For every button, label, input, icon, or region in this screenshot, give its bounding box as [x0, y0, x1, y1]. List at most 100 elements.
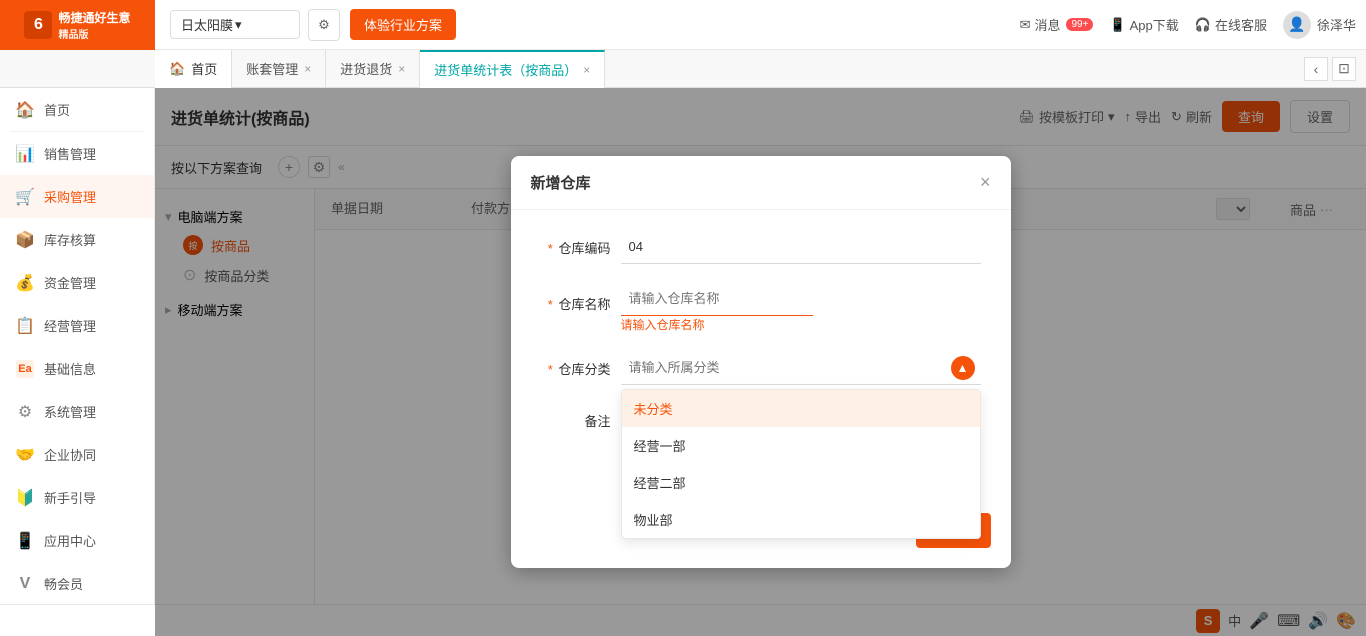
appstore-icon: 📱 — [16, 532, 34, 550]
app-download-label: App下载 — [1130, 15, 1179, 34]
sidebar-member-label: 畅会员 — [44, 574, 83, 593]
tab-purchase-return-label: 进货退货 — [340, 59, 392, 78]
new-warehouse-dialog: 新增仓库 × * 仓库编码 — [511, 156, 1011, 568]
tab-bar: 🏠 首页 账套管理 × 进货退货 × 进货单统计表（按商品） × ‹ ⊡ — [0, 50, 1366, 88]
sidebar-item-appstore[interactable]: 📱 应用中心 — [0, 519, 154, 562]
dialog-header: 新增仓库 × — [511, 156, 1011, 210]
sidebar-item-enterprise[interactable]: 🤝 企业协同 — [0, 433, 154, 476]
nav-right-area: ✉ 消息 99+ 📱 App下载 🎧 在线客服 👤 徐泽华 — [1020, 11, 1356, 39]
user-name: 徐泽华 — [1317, 15, 1356, 34]
sidebar-operations-label: 经营管理 — [44, 316, 96, 335]
sidebar-basic-info-label: 基础信息 — [44, 359, 96, 378]
settings-gear-btn[interactable]: ⚙ — [308, 9, 340, 41]
sidebar-guide-label: 新手引导 — [44, 488, 96, 507]
top-nav: 6 畅捷通好生意 精品版 日太阳膜 ▾ ⚙ 体验行业方案 ✉ 消息 99+ 📱 … — [0, 0, 1366, 50]
sidebar-item-home[interactable]: 🏠 首页 — [0, 88, 154, 131]
tab-home-label: 首页 — [191, 59, 217, 78]
category-input[interactable] — [621, 351, 981, 385]
enterprise-icon: 🤝 — [16, 446, 34, 464]
logo: 6 畅捷通好生意 精品版 — [0, 0, 155, 50]
form-row-category: * 仓库分类 ▲ 未分类 经营一部 经营二部 物业部 — [541, 351, 981, 385]
sidebar-enterprise-label: 企业协同 — [44, 445, 96, 464]
dropdown-option-1[interactable]: 经营一部 — [622, 427, 980, 464]
category-label: * 仓库分类 — [541, 351, 621, 378]
form-row-name: * 仓库名称 请输入仓库名称 — [541, 282, 981, 333]
sidebar-appstore-label: 应用中心 — [44, 531, 96, 550]
message-badge: 99+ — [1066, 18, 1093, 31]
user-area[interactable]: 👤 徐泽华 — [1283, 11, 1356, 39]
system-icon: ⚙ — [16, 403, 34, 421]
tab-controls: ‹ ⊡ — [1304, 57, 1366, 81]
dialog-title: 新增仓库 — [531, 172, 591, 193]
tab-next-btn[interactable]: ⊡ — [1332, 57, 1356, 81]
logo-icon: 6 — [24, 11, 52, 39]
gear-icon: ⚙ — [318, 17, 330, 33]
main-layout: 🏠 首页 📊 销售管理 🛒 采购管理 📦 库存核算 💰 资金管理 📋 经营管理 … — [0, 88, 1366, 636]
tab-accounts[interactable]: 账套管理 × — [232, 50, 326, 88]
purchase-icon: 🛒 — [16, 188, 34, 206]
tab-purchase-return[interactable]: 进货退货 × — [326, 50, 420, 88]
store-arrow-icon: ▾ — [235, 17, 289, 33]
sidebar-item-system[interactable]: ⚙ 系统管理 — [0, 390, 154, 433]
phone-icon: 📱 — [1109, 17, 1125, 33]
store-selector[interactable]: 日太阳膜 ▾ — [170, 10, 300, 39]
code-required-mark: * — [548, 241, 553, 256]
category-dropdown-menu: 未分类 经营一部 经营二部 物业部 — [621, 389, 981, 539]
experience-btn[interactable]: 体验行业方案 — [350, 9, 456, 40]
sales-icon: 📊 — [16, 145, 34, 163]
sidebar-item-inventory[interactable]: 📦 库存核算 — [0, 218, 154, 261]
logo-main-text: 畅捷通好生意 — [58, 9, 130, 26]
sidebar-inventory-label: 库存核算 — [44, 230, 96, 249]
home-icon: 🏠 — [169, 61, 185, 77]
logo-sub-text: 精品版 — [58, 26, 130, 41]
tab-accounts-close[interactable]: × — [304, 62, 311, 76]
sidebar-item-sales[interactable]: 📊 销售管理 — [0, 132, 154, 175]
inventory-icon: 📦 — [16, 231, 34, 249]
finance-icon: 💰 — [16, 274, 34, 292]
sidebar-home-label: 首页 — [44, 100, 70, 119]
sidebar-item-guide[interactable]: 🔰 新手引导 — [0, 476, 154, 519]
dropdown-option-2[interactable]: 经营二部 — [622, 464, 980, 501]
name-input[interactable] — [621, 282, 813, 316]
headset-icon: 🎧 — [1195, 17, 1211, 33]
tab-accounts-label: 账套管理 — [246, 59, 298, 78]
sidebar-item-operations[interactable]: 📋 经营管理 — [0, 304, 154, 347]
name-required-mark: * — [548, 297, 553, 312]
tab-purchase-stats[interactable]: 进货单统计表（按商品） × — [420, 50, 605, 88]
home-sidebar-icon: 🏠 — [16, 101, 34, 119]
online-service-label: 在线客服 — [1215, 15, 1267, 34]
name-error-wrap: 请输入仓库名称 — [541, 316, 705, 333]
logo-number: 6 — [34, 16, 43, 34]
tab-purchase-stats-label: 进货单统计表（按商品） — [434, 60, 577, 79]
dialog-body: * 仓库编码 * 仓库名称 — [511, 210, 1011, 501]
member-icon: V — [16, 575, 34, 593]
dialog-close-btn[interactable]: × — [980, 172, 991, 193]
sidebar-item-basic-info[interactable]: Ea 基础信息 — [0, 347, 154, 390]
sidebar-item-finance[interactable]: 💰 资金管理 — [0, 261, 154, 304]
operations-icon: 📋 — [16, 317, 34, 335]
name-error-msg: 请输入仓库名称 — [621, 316, 705, 333]
tab-purchase-return-close[interactable]: × — [398, 62, 405, 76]
logo-text-block: 畅捷通好生意 精品版 — [58, 9, 130, 41]
sidebar-sales-label: 销售管理 — [44, 144, 96, 163]
code-label: * 仓库编码 — [541, 230, 621, 257]
sidebar: 🏠 首页 📊 销售管理 🛒 采购管理 📦 库存核算 💰 资金管理 📋 经营管理 … — [0, 88, 155, 636]
form-name-row-inner: * 仓库名称 — [541, 282, 813, 316]
form-row-code: * 仓库编码 — [541, 230, 981, 264]
sidebar-item-member[interactable]: V 畅会员 — [0, 562, 154, 605]
name-label: * 仓库名称 — [541, 286, 621, 313]
app-download-btn[interactable]: 📱 App下载 — [1109, 15, 1178, 34]
online-service-btn[interactable]: 🎧 在线客服 — [1195, 15, 1267, 34]
code-input[interactable] — [621, 230, 981, 264]
tab-prev-btn[interactable]: ‹ — [1304, 57, 1328, 81]
category-dropdown-btn[interactable]: ▲ — [951, 356, 975, 380]
dropdown-option-3[interactable]: 物业部 — [622, 501, 980, 538]
basic-info-icon: Ea — [16, 360, 34, 378]
dropdown-option-0[interactable]: 未分类 — [622, 390, 980, 427]
sidebar-item-purchase[interactable]: 🛒 采购管理 — [0, 175, 154, 218]
tab-home[interactable]: 🏠 首页 — [155, 50, 232, 88]
message-btn[interactable]: ✉ 消息 99+ — [1020, 15, 1094, 34]
remarks-label: 备注 — [541, 403, 621, 430]
tab-purchase-stats-close[interactable]: × — [583, 63, 590, 77]
modal-overlay: 新增仓库 × * 仓库编码 — [155, 88, 1366, 636]
